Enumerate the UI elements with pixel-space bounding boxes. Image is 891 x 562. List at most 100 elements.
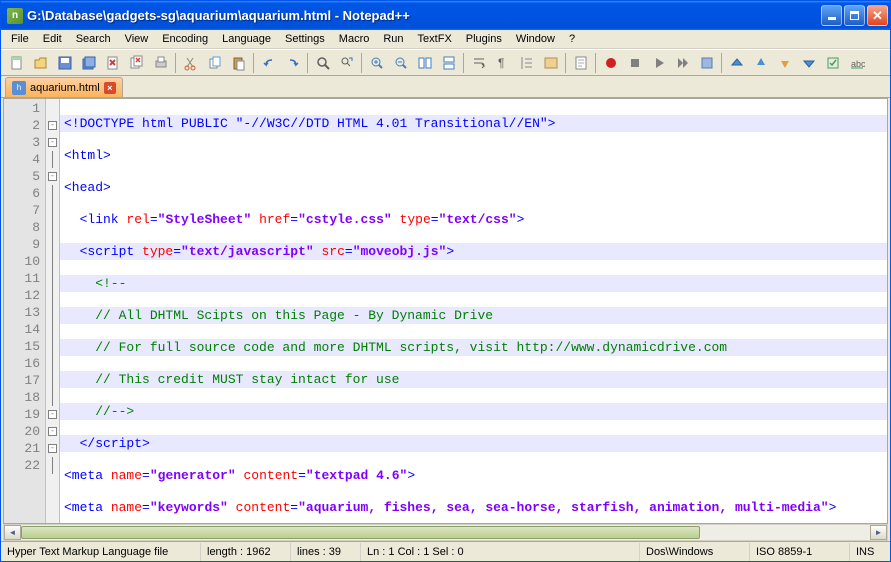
- zoom-in-button[interactable]: [365, 52, 388, 74]
- tb-extra-5[interactable]: [821, 52, 844, 74]
- code-line: // For full source code and more DHTML s…: [60, 339, 887, 356]
- menu-plugins[interactable]: Plugins: [460, 31, 508, 47]
- fold-toggle[interactable]: -: [48, 427, 57, 436]
- window-buttons: ✕: [821, 5, 888, 26]
- redo-button[interactable]: [281, 52, 304, 74]
- status-length: length : 1962: [201, 543, 291, 561]
- code-line: <!--: [60, 275, 887, 292]
- menu-language[interactable]: Language: [216, 31, 277, 47]
- maximize-button[interactable]: [844, 5, 865, 26]
- line-number-gutter[interactable]: 12345678910111213141516171819202122: [4, 99, 46, 523]
- macro-play-button[interactable]: [647, 52, 670, 74]
- new-file-button[interactable]: [5, 52, 28, 74]
- window-title: G:\Database\gadgets-sg\aquarium\aquarium…: [27, 8, 821, 23]
- print-button[interactable]: [149, 52, 172, 74]
- sync-h-button[interactable]: [437, 52, 460, 74]
- scroll-thumb[interactable]: [21, 526, 700, 539]
- cut-button[interactable]: [179, 52, 202, 74]
- status-position: Ln : 1 Col : 1 Sel : 0: [361, 543, 640, 561]
- close-button[interactable]: ✕: [867, 5, 888, 26]
- sync-v-button[interactable]: [413, 52, 436, 74]
- horizontal-scrollbar[interactable]: ◄ ►: [3, 524, 888, 541]
- menu-search[interactable]: Search: [70, 31, 117, 47]
- tb-extra-6[interactable]: abc: [845, 52, 868, 74]
- undo-button[interactable]: [257, 52, 280, 74]
- status-encoding: ISO 8859-1: [750, 543, 850, 561]
- minimize-button[interactable]: [821, 5, 842, 26]
- fold-toggle[interactable]: -: [48, 121, 57, 130]
- statusbar: Hyper Text Markup Language file length :…: [1, 541, 890, 561]
- menu-view[interactable]: View: [119, 31, 155, 47]
- wordwrap-button[interactable]: [467, 52, 490, 74]
- file-icon: h: [12, 81, 26, 95]
- app-icon: n: [7, 8, 23, 24]
- menu-run[interactable]: Run: [377, 31, 409, 47]
- status-eol: Dos\Windows: [640, 543, 750, 561]
- macro-save-button[interactable]: [695, 52, 718, 74]
- code-line: // This credit MUST stay intact for use: [60, 371, 887, 388]
- code-line: <link rel="StyleSheet" href="cstyle.css"…: [60, 211, 887, 228]
- tb-extra-3[interactable]: [773, 52, 796, 74]
- app-window: n G:\Database\gadgets-sg\aquarium\aquari…: [0, 0, 891, 562]
- indent-guide-button[interactable]: [515, 52, 538, 74]
- tabbar: h aquarium.html ×: [1, 76, 890, 98]
- replace-button[interactable]: [335, 52, 358, 74]
- show-all-chars-button[interactable]: ¶: [491, 52, 514, 74]
- fold-toggle[interactable]: -: [48, 138, 57, 147]
- code-line: <html>: [60, 147, 887, 164]
- macro-record-button[interactable]: [599, 52, 622, 74]
- lang-udl-button[interactable]: [539, 52, 562, 74]
- file-tab[interactable]: h aquarium.html ×: [5, 77, 123, 97]
- menu-edit[interactable]: Edit: [37, 31, 68, 47]
- code-line: <head>: [60, 179, 887, 196]
- code-line: //-->: [60, 403, 887, 420]
- scroll-track[interactable]: [21, 525, 870, 540]
- tab-close-button[interactable]: ×: [104, 82, 116, 94]
- titlebar[interactable]: n G:\Database\gadgets-sg\aquarium\aquari…: [1, 1, 890, 30]
- open-file-button[interactable]: [29, 52, 52, 74]
- menu-textfx[interactable]: TextFX: [412, 31, 458, 47]
- doc-map-button[interactable]: [569, 52, 592, 74]
- toolbar-separator: [175, 53, 176, 73]
- close-all-button[interactable]: [125, 52, 148, 74]
- save-all-button[interactable]: [77, 52, 100, 74]
- menu-file[interactable]: File: [5, 31, 35, 47]
- macro-play-multi-button[interactable]: [671, 52, 694, 74]
- close-file-button[interactable]: [101, 52, 124, 74]
- fold-toggle[interactable]: -: [48, 444, 57, 453]
- zoom-out-button[interactable]: [389, 52, 412, 74]
- find-button[interactable]: [311, 52, 334, 74]
- toolbar-separator: [463, 53, 464, 73]
- scroll-right-button[interactable]: ►: [870, 525, 887, 540]
- menu-macro[interactable]: Macro: [333, 31, 376, 47]
- toolbar-separator: [595, 53, 596, 73]
- paste-button[interactable]: [227, 52, 250, 74]
- copy-button[interactable]: [203, 52, 226, 74]
- save-button[interactable]: [53, 52, 76, 74]
- tab-label: aquarium.html: [30, 82, 100, 94]
- status-ins: INS: [850, 543, 890, 561]
- svg-text:¶: ¶: [498, 56, 504, 70]
- fold-column[interactable]: - - - - - -: [46, 99, 60, 523]
- tb-extra-1[interactable]: [725, 52, 748, 74]
- scroll-left-button[interactable]: ◄: [4, 525, 21, 540]
- menu-window[interactable]: Window: [510, 31, 561, 47]
- toolbar-separator: [253, 53, 254, 73]
- status-lines: lines : 39: [291, 543, 361, 561]
- menu-settings[interactable]: Settings: [279, 31, 331, 47]
- macro-stop-button[interactable]: [623, 52, 646, 74]
- fold-toggle[interactable]: -: [48, 410, 57, 419]
- editor-area[interactable]: 12345678910111213141516171819202122 ----…: [3, 98, 888, 524]
- toolbar-separator: [565, 53, 566, 73]
- code-line: </script>: [60, 435, 887, 452]
- tb-extra-4[interactable]: [797, 52, 820, 74]
- tb-extra-2[interactable]: [749, 52, 772, 74]
- menu-encoding[interactable]: Encoding: [156, 31, 214, 47]
- toolbar: ¶ abc: [1, 49, 890, 76]
- fold-toggle[interactable]: -: [48, 172, 57, 181]
- code-line: // All DHTML Scipts on this Page - By Dy…: [60, 307, 887, 324]
- menubar: File Edit Search View Encoding Language …: [1, 30, 890, 49]
- menu-help[interactable]: ?: [563, 31, 581, 47]
- code-content[interactable]: <!DOCTYPE html PUBLIC "-//W3C//DTD HTML …: [60, 99, 887, 523]
- code-line: <meta name="keywords" content="aquarium,…: [60, 499, 887, 516]
